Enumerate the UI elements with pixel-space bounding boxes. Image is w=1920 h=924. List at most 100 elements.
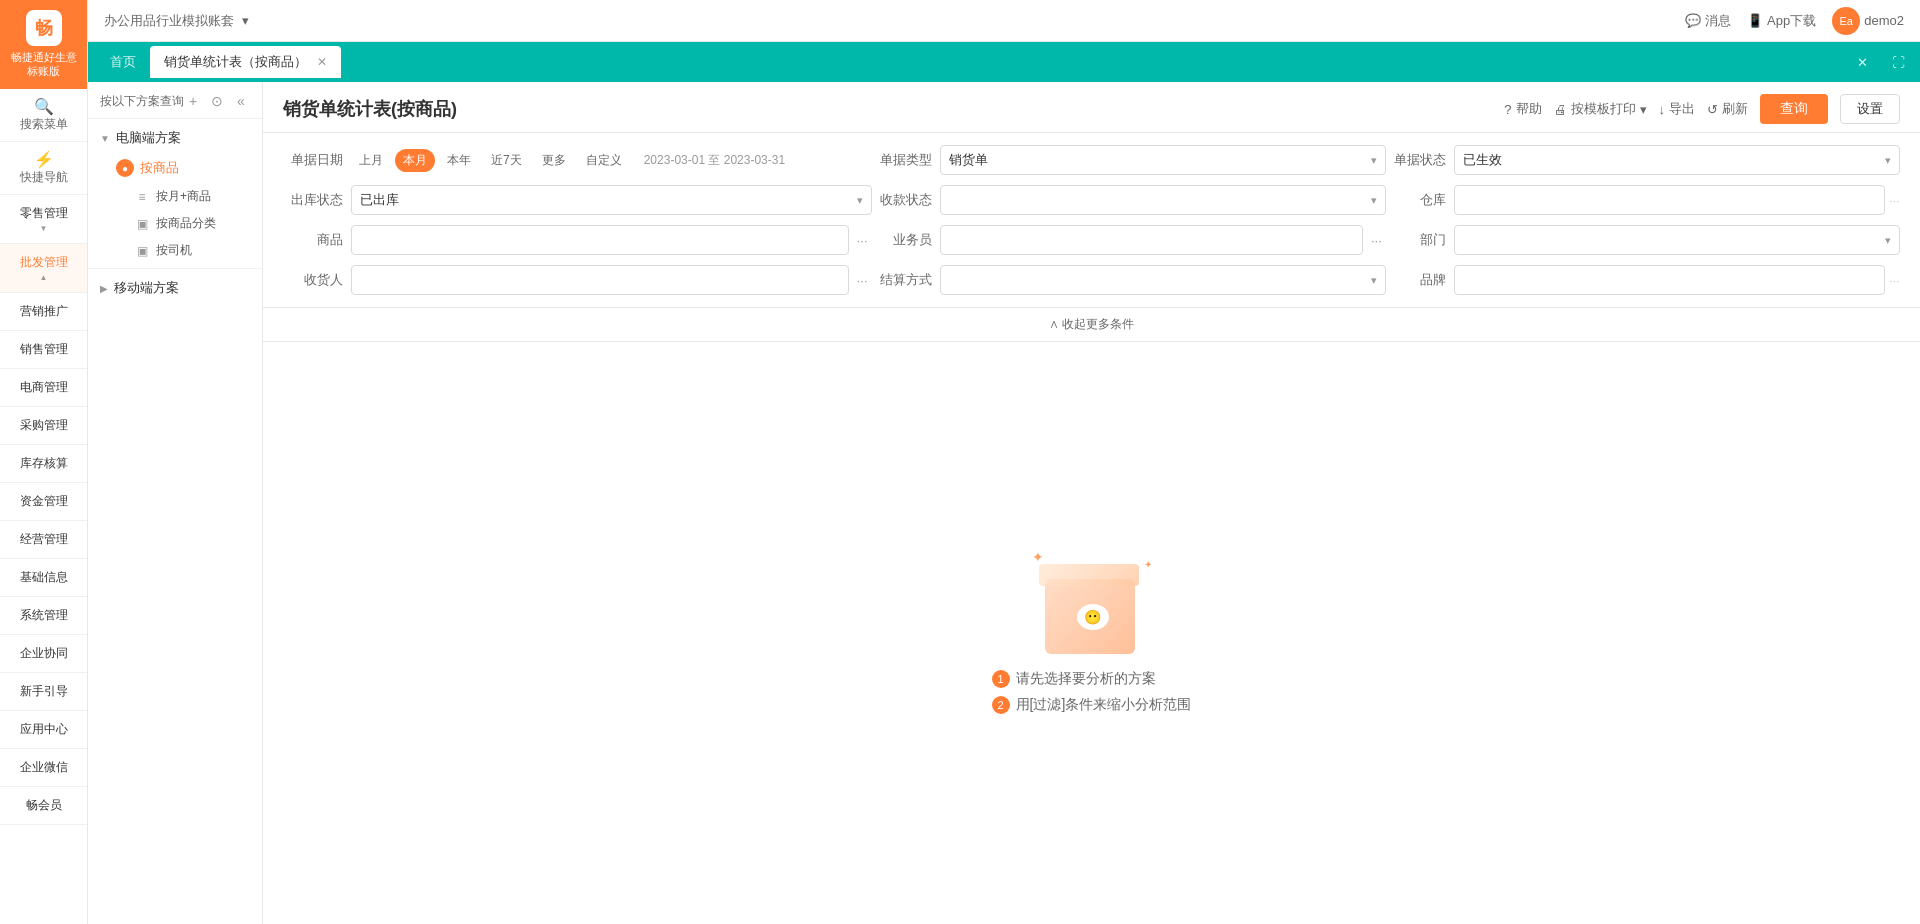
scheme-sub-item-month-product[interactable]: ≡ 按月+商品 [88, 183, 262, 210]
avatar: Ea [1832, 7, 1860, 35]
print-arrow-icon: ▾ [1640, 102, 1647, 117]
salesperson-select[interactable] [940, 225, 1363, 255]
scheme-edit-icon[interactable]: ⊙ [208, 92, 226, 110]
export-icon: ↓ [1659, 102, 1666, 117]
sidebar-item-basic[interactable]: 基础信息 [0, 559, 87, 597]
refresh-icon: ↺ [1707, 102, 1718, 117]
sidebar-item-guide[interactable]: 新手引导 [0, 673, 87, 711]
table-icon: ≡ [134, 189, 150, 205]
salesperson-more-icon[interactable]: ··· [1367, 233, 1386, 248]
payment-select[interactable]: ▾ [940, 265, 1386, 295]
query-button[interactable]: 查询 [1760, 94, 1828, 124]
last-7-btn[interactable]: 近7天 [483, 149, 530, 172]
sidebar-item-member[interactable]: 畅会员 [0, 787, 87, 825]
tab-expand-icon[interactable]: ⛶ [1884, 48, 1912, 76]
sidebar-item-wechat[interactable]: 企业微信 [0, 749, 87, 787]
sidebar-item-sales[interactable]: 销售管理 [0, 331, 87, 369]
tab-close-icon[interactable]: ✕ [317, 55, 327, 69]
empty-hints: 1 请先选择要分析的方案 2 用[过滤]条件来缩小分析范围 [992, 670, 1192, 722]
receiver-select[interactable] [351, 265, 849, 295]
collapse-bar[interactable]: ∧ 收起更多条件 [263, 308, 1920, 342]
scheme-group-mobile: ▶ 移动端方案 [88, 268, 262, 307]
goods-select[interactable] [351, 225, 849, 255]
scheme-group-pc-header[interactable]: ▼ 电脑端方案 [88, 123, 262, 153]
receiver-more-icon[interactable]: ··· [853, 273, 872, 288]
scheme-group-mobile-header[interactable]: ▶ 移动端方案 [88, 273, 262, 303]
sidebar-item-finance[interactable]: 资金管理 [0, 483, 87, 521]
scheme-collapse-icon[interactable]: « [232, 92, 250, 110]
scheme-sub-item-category[interactable]: ▣ 按商品分类 [88, 210, 262, 237]
filter-row-2: 出库状态 已出库 ▾ 收款状态 ▾ 仓库 [283, 185, 1900, 215]
receiver-label: 收货人 [283, 271, 351, 289]
chevron-down-icon: ▼ [100, 133, 110, 144]
chevron-down-icon: ▾ [1885, 154, 1891, 167]
doc-status-select[interactable]: 已生效 ▾ [1454, 145, 1900, 175]
goods-label: 商品 [283, 231, 351, 249]
export-btn[interactable]: ↓ 导出 [1659, 100, 1696, 118]
sidebar-item-ecommerce[interactable]: 电商管理 [0, 369, 87, 407]
top-actions: 💬 消息 📱 App下载 Ea demo2 [1685, 7, 1904, 35]
chevron-right-icon: ▶ [100, 283, 108, 294]
tab-home[interactable]: 首页 [96, 46, 150, 78]
empty-illustration: 😶 ✦ ✦ [1027, 544, 1157, 654]
scheme-sub-item-driver[interactable]: ▣ 按司机 [88, 237, 262, 264]
custom-btn[interactable]: 自定义 [578, 149, 630, 172]
help-btn[interactable]: ? 帮助 [1504, 100, 1541, 118]
tab-close-window-icon[interactable]: ✕ [1848, 48, 1876, 76]
help-icon: ? [1504, 102, 1511, 117]
empty-hint-1: 1 请先选择要分析的方案 [992, 670, 1192, 688]
sidebar-item-marketing[interactable]: 营销推广 [0, 293, 87, 331]
out-status-select[interactable]: 已出库 ▾ [351, 185, 872, 215]
grid-icon2: ▣ [134, 243, 150, 259]
sidebar-item-system[interactable]: 系统管理 [0, 597, 87, 635]
tab-sales-stat[interactable]: 销货单统计表（按商品） ✕ [150, 46, 341, 78]
sidebar-item-wholesale[interactable]: 批发管理 ▲ [0, 244, 87, 293]
last-month-btn[interactable]: 上月 [351, 149, 391, 172]
doc-type-select[interactable]: 销货单 ▾ [940, 145, 1386, 175]
scheme-header: 按以下方案查询 + ⊙ « [88, 82, 262, 119]
brand-select[interactable] [1454, 265, 1885, 295]
workspace-selector[interactable]: 办公用品行业模拟账套 ▾ [104, 12, 249, 30]
chevron-up-icon: ▲ [40, 273, 48, 282]
logo-text: 畅捷通好生意标账版 [11, 50, 77, 79]
sidebar-item-apps[interactable]: 应用中心 [0, 711, 87, 749]
settings-button[interactable]: 设置 [1840, 94, 1900, 124]
sidebar-search[interactable]: 🔍 搜索菜单 [0, 89, 87, 142]
sidebar-quick-nav[interactable]: ⚡ 快捷导航 [0, 142, 87, 195]
message-icon: 💬 [1685, 13, 1701, 28]
doc-type-label: 单据类型 [872, 151, 940, 169]
sidebar: 畅 畅捷通好生意标账版 🔍 搜索菜单 ⚡ 快捷导航 零售管理 ▼ 批发管理 ▲ … [0, 0, 88, 924]
scheme-add-icon[interactable]: + [184, 92, 202, 110]
sidebar-item-corp[interactable]: 企业协同 [0, 635, 87, 673]
scheme-item-by-product[interactable]: ● 按商品 [88, 153, 262, 183]
print-btn[interactable]: 🖨 按模板打印 ▾ [1554, 100, 1647, 118]
user-profile[interactable]: Ea demo2 [1832, 7, 1904, 35]
sidebar-item-operations[interactable]: 经营管理 [0, 521, 87, 559]
sidebar-item-retail[interactable]: 零售管理 ▼ [0, 195, 87, 244]
message-btn[interactable]: 💬 消息 [1685, 12, 1731, 30]
chevron-down-icon: ▾ [857, 194, 863, 207]
warehouse-select[interactable] [1454, 185, 1885, 215]
scheme-group-pc: ▼ 电脑端方案 ● 按商品 ≡ 按月+商品 ▣ 按商品分类 ▣ 按司机 [88, 119, 262, 268]
logo-icon: 畅 [26, 10, 62, 46]
refresh-btn[interactable]: ↺ 刷新 [1707, 100, 1748, 118]
receipt-status-select[interactable]: ▾ [940, 185, 1386, 215]
empty-hint-2: 2 用[过滤]条件来缩小分析范围 [992, 696, 1192, 714]
salesperson-label: 业务员 [872, 231, 940, 249]
sidebar-item-purchase[interactable]: 采购管理 [0, 407, 87, 445]
dept-label: 部门 [1386, 231, 1454, 249]
sidebar-item-inventory[interactable]: 库存核算 [0, 445, 87, 483]
page-header: 销货单统计表(按商品) ? 帮助 🖨 按模板打印 ▾ ↓ 导出 [263, 82, 1920, 133]
dept-select[interactable]: ▾ [1454, 225, 1900, 255]
app-download-btn[interactable]: 📱 App下载 [1747, 12, 1816, 30]
goods-more-icon[interactable]: ··· [853, 233, 872, 248]
filter-row-3: 商品 ··· 业务员 ··· 部门 [283, 225, 1900, 255]
chevron-down-icon: ▾ [1885, 234, 1891, 247]
filter-row-1: 单据日期 上月 本月 本年 近7天 更多 自定义 2023-03-01 至 20… [283, 145, 1900, 175]
app-logo[interactable]: 畅 畅捷通好生意标账版 [0, 0, 88, 89]
more-btn[interactable]: 更多 [534, 149, 574, 172]
tab-bar-right-actions: ✕ ⛶ [1848, 48, 1912, 76]
this-year-btn[interactable]: 本年 [439, 149, 479, 172]
this-month-btn[interactable]: 本月 [395, 149, 435, 172]
top-header: 办公用品行业模拟账套 ▾ 💬 消息 📱 App下载 Ea demo2 [88, 0, 1920, 42]
